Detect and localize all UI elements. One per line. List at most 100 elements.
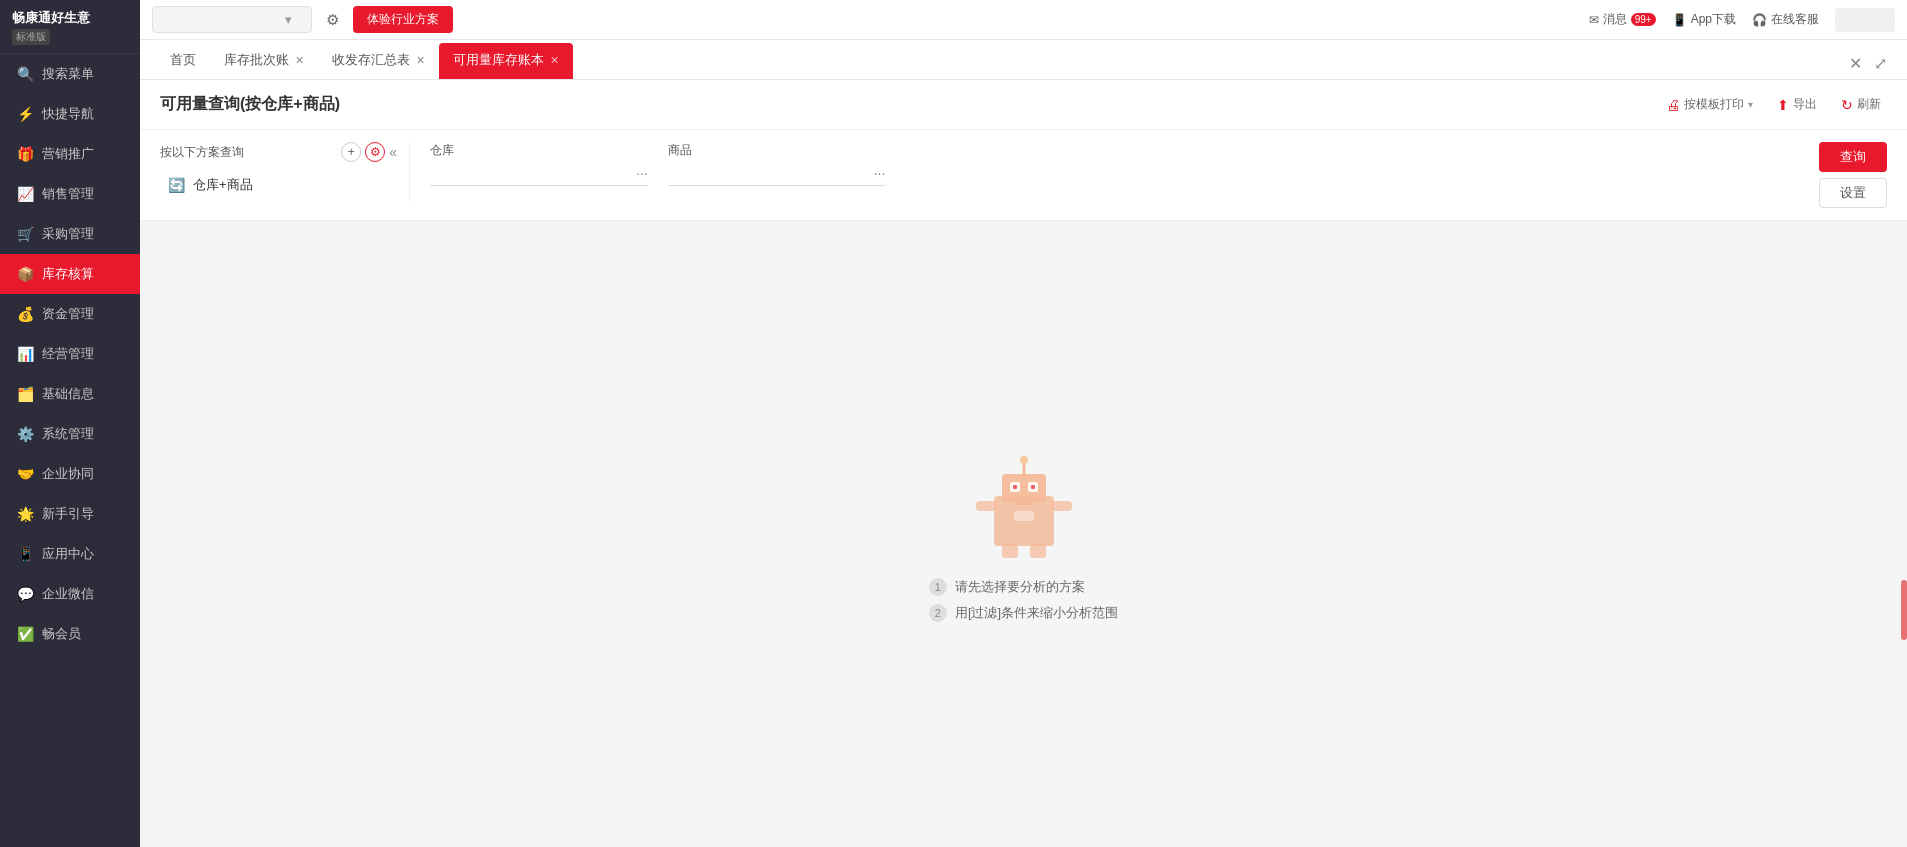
svg-rect-4 (1013, 485, 1017, 489)
sidebar-item-quick-nav[interactable]: ⚡ 快捷导航 (0, 94, 140, 134)
export-button[interactable]: ⬆ 导出 (1771, 92, 1823, 117)
close-tab-icon[interactable]: ✕ (1845, 52, 1866, 75)
print-icon: 🖨 (1666, 97, 1680, 113)
online-service-item[interactable]: 🎧 在线客服 (1752, 11, 1819, 28)
app-download-item[interactable]: 📱 App下载 (1672, 11, 1736, 28)
sidebar-item-operation[interactable]: 📊 经营管理 (0, 334, 140, 374)
search-box[interactable]: ▾ (152, 6, 312, 33)
sidebar-icon-purchase: 🛒 (16, 225, 34, 243)
tab-label-receipt-summary: 收发存汇总表 (332, 51, 410, 69)
settings-scheme-button[interactable]: ⚙ (365, 142, 385, 162)
empty-tip-1: 1 请先选择要分析的方案 (929, 578, 1118, 596)
warehouse-input[interactable] (430, 166, 630, 180)
sidebar-item-cooperation[interactable]: 🤝 企业协同 (0, 454, 140, 494)
trial-industry-button[interactable]: 体验行业方案 (353, 6, 453, 33)
add-scheme-button[interactable]: + (341, 142, 361, 162)
svg-rect-6 (1016, 499, 1032, 505)
tab-close-batch-account[interactable]: ✕ (295, 54, 304, 67)
warehouse-filter-field: 仓库 ··· (430, 142, 648, 186)
collapse-icon[interactable]: « (389, 144, 397, 160)
query-button[interactable]: 查询 (1819, 142, 1887, 172)
filter-settings-button[interactable]: 设置 (1819, 178, 1887, 208)
warehouse-scheme-icon: 🔄 (168, 177, 185, 193)
sidebar-item-app-center[interactable]: 📱 应用中心 (0, 534, 140, 574)
tab-close-receipt-summary[interactable]: ✕ (416, 54, 425, 67)
refresh-label: 刷新 (1857, 96, 1881, 113)
version-badge: 标准版 (12, 29, 50, 45)
refresh-button[interactable]: ↻ 刷新 (1835, 92, 1887, 117)
sidebar-item-member[interactable]: ✅ 畅会员 (0, 614, 140, 654)
sidebar-item-inventory[interactable]: 📦 库存核算 (0, 254, 140, 294)
sidebar-label-inventory: 库存核算 (42, 265, 94, 283)
filter-actions: 查询 设置 (1807, 142, 1887, 208)
gear-icon[interactable]: ⚙ (320, 9, 345, 31)
tab-batch-account[interactable]: 库存批次账✕ (210, 43, 318, 79)
scheme-panel: 按以下方案查询 + ⚙ « 🔄 仓库+商品 (160, 142, 410, 202)
sidebar-item-marketing[interactable]: 🎁 营销推广 (0, 134, 140, 174)
empty-state: 1 请先选择要分析的方案 2 用[过滤]条件来缩小分析范围 (140, 221, 1907, 847)
sidebar-icon-quick-nav: ⚡ (16, 105, 34, 123)
empty-tips-container: 1 请先选择要分析的方案 2 用[过滤]条件来缩小分析范围 (929, 578, 1118, 622)
tab-available-qty[interactable]: 可用量库存账本 ✕ (439, 43, 573, 79)
message-badge: 99+ (1631, 13, 1656, 26)
dropdown-arrow-icon[interactable]: ▾ (281, 10, 296, 29)
message-item[interactable]: ✉ 消息 99+ (1589, 11, 1656, 28)
product-more-icon[interactable]: ··· (874, 165, 886, 181)
main-area: ▾ ⚙ 体验行业方案 ✉ 消息 99+ 📱 App下载 🎧 在线客服 首页库存批… (140, 0, 1907, 847)
sidebar-label-app-center: 应用中心 (42, 545, 94, 563)
message-icon: ✉ (1589, 13, 1599, 27)
sidebar-scroll: 🔍 搜索菜单 ⚡ 快捷导航 🎁 营销推广 📈 销售管理 🛒 采购管理 📦 库存核… (0, 54, 140, 847)
tab-receipt-summary[interactable]: 收发存汇总表 ✕ (318, 43, 439, 79)
sidebar-label-sales: 销售管理 (42, 185, 94, 203)
scheme-header: 按以下方案查询 + ⚙ « (160, 142, 397, 162)
sidebar-label-purchase: 采购管理 (42, 225, 94, 243)
scrollbar-indicator[interactable] (1901, 580, 1907, 640)
sidebar: 畅康通好生意 标准版 🔍 搜索菜单 ⚡ 快捷导航 🎁 营销推广 📈 销售管理 🛒… (0, 0, 140, 847)
svg-rect-9 (1002, 544, 1018, 558)
tab-label-home: 首页 (170, 51, 196, 69)
tab-label-available-qty: 可用量库存账本 (453, 51, 544, 69)
app-download-label: App下载 (1691, 11, 1736, 28)
filter-row: 按以下方案查询 + ⚙ « 🔄 仓库+商品 仓 (160, 142, 1887, 208)
sidebar-item-system[interactable]: ⚙️ 系统管理 (0, 414, 140, 454)
sidebar-icon-inventory: 📦 (16, 265, 34, 283)
sidebar-label-system: 系统管理 (42, 425, 94, 443)
sidebar-item-purchase[interactable]: 🛒 采购管理 (0, 214, 140, 254)
sidebar-item-finance[interactable]: 💰 资金管理 (0, 294, 140, 334)
mobile-icon: 📱 (1672, 13, 1687, 27)
warehouse-label: 仓库 (430, 142, 648, 159)
warehouse-more-icon[interactable]: ··· (636, 165, 648, 181)
search-input[interactable] (161, 13, 281, 27)
sidebar-item-wechat[interactable]: 💬 企业微信 (0, 574, 140, 614)
sidebar-item-basic[interactable]: 🗂️ 基础信息 (0, 374, 140, 414)
sidebar-icon-system: ⚙️ (16, 425, 34, 443)
scheme-item-warehouse-product[interactable]: 🔄 仓库+商品 (160, 170, 397, 200)
sidebar-label-member: 畅会员 (42, 625, 81, 643)
sidebar-label-search: 搜索菜单 (42, 65, 94, 83)
print-dropdown-icon[interactable]: ▾ (1748, 99, 1753, 110)
expand-icon[interactable]: ⤢ (1870, 52, 1891, 75)
empty-illustration-svg (964, 446, 1084, 566)
sidebar-icon-finance: 💰 (16, 305, 34, 323)
sidebar-icon-marketing: 🎁 (16, 145, 34, 163)
svg-rect-7 (976, 501, 996, 511)
sidebar-label-cooperation: 企业协同 (42, 465, 94, 483)
sidebar-label-finance: 资金管理 (42, 305, 94, 323)
tip-text-2: 用[过滤]条件来缩小分析范围 (955, 604, 1118, 622)
tab-close-available-qty[interactable]: ✕ (550, 54, 559, 67)
sidebar-item-sales[interactable]: 📈 销售管理 (0, 174, 140, 214)
page-header-actions: 🖨 按模板打印 ▾ ⬆ 导出 ↻ 刷新 (1660, 92, 1887, 117)
sidebar-item-search[interactable]: 🔍 搜索菜单 (0, 54, 140, 94)
scheme-item-label: 仓库+商品 (193, 176, 253, 194)
product-input[interactable] (668, 166, 868, 180)
product-label: 商品 (668, 142, 886, 159)
tabbar-right-buttons: ✕ ⤢ (1845, 52, 1891, 79)
sidebar-label-guide: 新手引导 (42, 505, 94, 523)
tab-home[interactable]: 首页 (156, 43, 210, 79)
sidebar-icon-cooperation: 🤝 (16, 465, 34, 483)
print-label: 按模板打印 (1684, 96, 1744, 113)
sidebar-item-guide[interactable]: 🌟 新手引导 (0, 494, 140, 534)
print-button[interactable]: 🖨 按模板打印 ▾ (1660, 92, 1759, 117)
page-title: 可用量查询(按仓库+商品) (160, 94, 340, 115)
user-avatar[interactable] (1835, 8, 1895, 32)
